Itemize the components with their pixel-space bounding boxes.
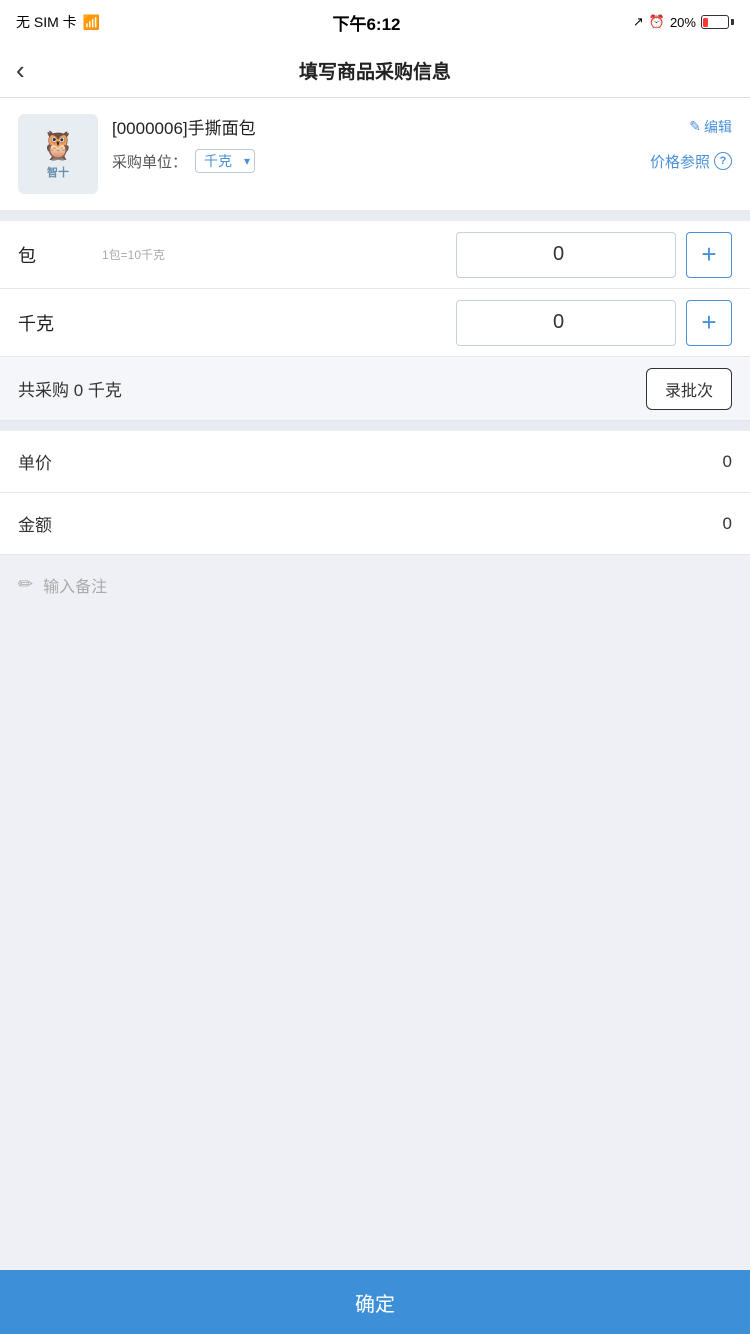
bag-input-row: 包 1包=10千克 +: [0, 221, 750, 289]
kg-input-row: 千克 +: [0, 289, 750, 357]
status-bar: 无 SIM 卡 📶 下午6:12 ↗ ⏰ 20%: [0, 0, 750, 44]
kg-plus-button[interactable]: +: [686, 300, 732, 346]
product-unit-row: 采购单位： 千克 价格参照 ?: [112, 149, 732, 173]
edit-icon: ✎: [689, 118, 701, 135]
alarm-icon: ⏰: [649, 14, 665, 30]
logo-brand-text: 智十: [47, 164, 69, 180]
product-logo: 🦉 智十: [18, 114, 98, 194]
kg-input-right: +: [98, 300, 732, 346]
bag-sublabel: 1包=10千克: [102, 246, 165, 263]
sim-label: 无 SIM 卡: [16, 12, 77, 32]
battery-indicator: [701, 15, 734, 29]
batch-button[interactable]: 录批次: [646, 368, 732, 410]
edit-label: 编辑: [704, 117, 732, 137]
unit-price-value: 0: [723, 452, 732, 472]
product-name: [0000006]手撕面包: [112, 114, 256, 139]
unit-label-text: 采购单位： 千克: [112, 149, 255, 173]
product-info: [0000006]手撕面包 ✎ 编辑 采购单位： 千克 价格参照: [112, 114, 732, 173]
status-time: 下午6:12: [332, 10, 400, 35]
unit-price-row: 单价 0: [0, 431, 750, 493]
edit-button[interactable]: ✎ 编辑: [689, 117, 732, 137]
amount-value: 0: [723, 514, 732, 534]
price-ref-button[interactable]: 价格参照 ?: [650, 151, 732, 172]
bag-label: 包: [18, 242, 98, 268]
product-section: 🦉 智十 [0000006]手撕面包 ✎ 编辑 采购单位： 千克: [0, 98, 750, 211]
product-title-row: [0000006]手撕面包 ✎ 编辑: [112, 114, 732, 139]
amount-label: 金额: [18, 511, 52, 536]
unit-select-wrap[interactable]: 千克: [195, 149, 255, 173]
page-title: 填写商品采购信息: [299, 57, 451, 84]
kg-quantity-input[interactable]: [456, 300, 676, 346]
location-icon: ↗: [633, 14, 644, 30]
price-ref-icon: ?: [714, 152, 732, 170]
note-placeholder: 输入备注: [43, 573, 107, 597]
unit-price-label: 单价: [18, 449, 52, 474]
status-right: ↗ ⏰ 20%: [633, 14, 734, 30]
unit-select[interactable]: 千克: [195, 149, 255, 173]
divider-1: [0, 211, 750, 221]
confirm-button[interactable]: 确定: [0, 1270, 750, 1334]
kg-label: 千克: [18, 310, 98, 336]
bag-plus-button[interactable]: +: [686, 232, 732, 278]
battery-percent: 20%: [670, 15, 696, 30]
bag-input-right: +: [165, 232, 732, 278]
owl-icon: 🦉: [41, 129, 76, 162]
price-ref-label: 价格参照: [650, 151, 710, 172]
empty-space: [0, 635, 750, 1270]
status-left: 无 SIM 卡 📶: [16, 12, 100, 32]
divider-2: [0, 421, 750, 431]
pencil-icon: ✏: [18, 574, 33, 595]
note-section[interactable]: ✏ 输入备注: [0, 555, 750, 635]
total-text: 共采购 0 千克: [18, 376, 122, 401]
wifi-icon: 📶: [83, 14, 100, 31]
bag-quantity-input[interactable]: [456, 232, 676, 278]
back-button[interactable]: ‹: [16, 55, 25, 86]
total-row: 共采购 0 千克 录批次: [0, 357, 750, 421]
main-content: 🦉 智十 [0000006]手撕面包 ✎ 编辑 采购单位： 千克: [0, 98, 750, 1270]
input-section: 包 1包=10千克 + 千克 +: [0, 221, 750, 357]
price-info-section: 单价 0 金额 0: [0, 431, 750, 555]
amount-row: 金额 0: [0, 493, 750, 555]
confirm-button-label: 确定: [355, 1288, 395, 1317]
nav-bar: ‹ 填写商品采购信息: [0, 44, 750, 98]
